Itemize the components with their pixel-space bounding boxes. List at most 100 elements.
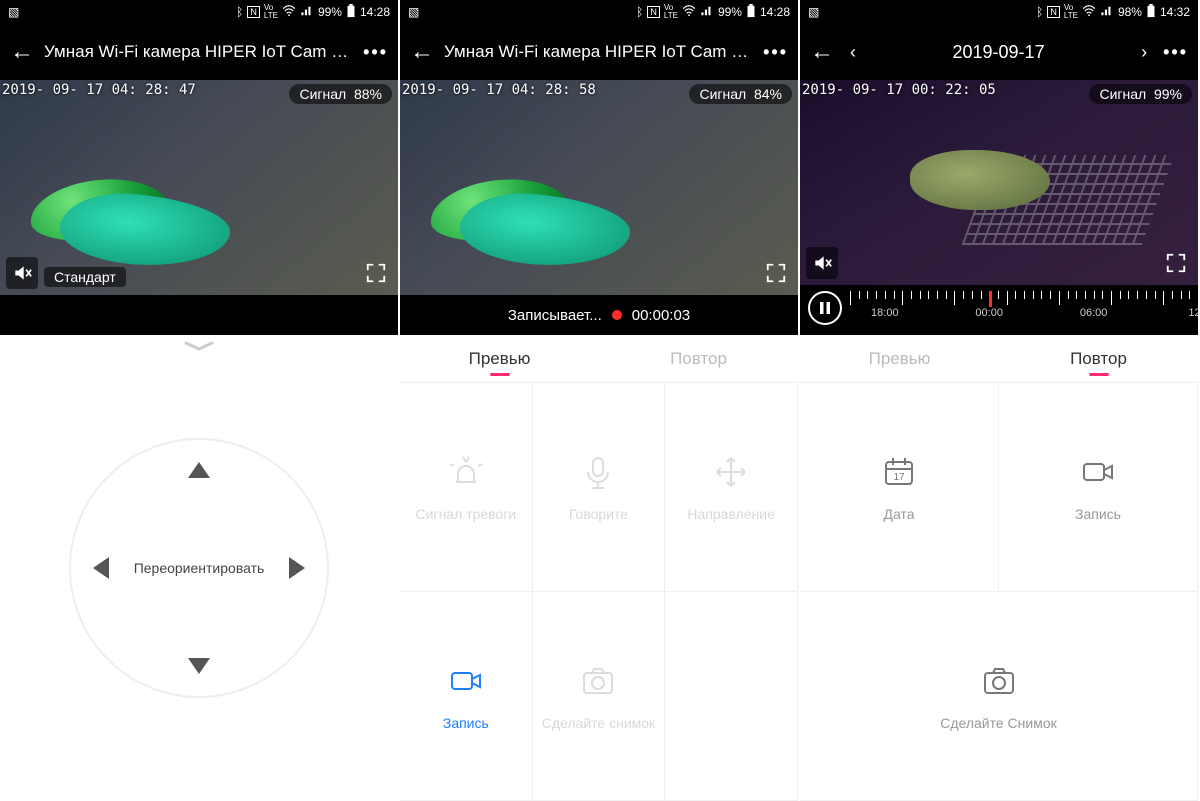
svg-text:17: 17	[893, 472, 905, 483]
pause-icon[interactable]	[808, 291, 842, 325]
alarm-button[interactable]: Сигнал тревоги	[400, 383, 533, 592]
signal-badge: Сигнал 99%	[1089, 84, 1192, 104]
fullscreen-icon[interactable]	[760, 257, 792, 289]
quality-badge[interactable]: Стандарт	[44, 267, 126, 287]
snapshot-button[interactable]: Сделайте Снимок	[800, 592, 1198, 801]
mute-icon[interactable]	[6, 257, 38, 289]
recording-elapsed: 00:00:03	[632, 307, 690, 324]
tab-replay[interactable]: Повтор	[999, 335, 1198, 382]
battery-text: 98%	[1118, 5, 1142, 19]
wifi-icon	[1082, 5, 1096, 20]
back-icon[interactable]: ←	[410, 38, 434, 66]
video-timestamp: 2019- 09- 17 04: 28: 47	[2, 82, 196, 98]
timeline-label: 12	[1188, 307, 1198, 319]
snapshot-button[interactable]: Сделайте снимок	[533, 592, 666, 801]
header-date[interactable]: 2019-09-17	[872, 42, 1125, 63]
action-grid: Сигнал тревоги Говорите Направление Запи…	[400, 383, 798, 801]
more-icon[interactable]: •••	[1163, 42, 1188, 63]
app-header: ← Умная Wi-Fi камера HIPER IoT Cam M2 ••…	[0, 24, 398, 80]
back-icon[interactable]: ←	[810, 38, 834, 66]
wifi-icon	[682, 5, 696, 20]
nfc-icon: N	[647, 6, 660, 18]
signal-badge: Сигнал 84%	[689, 84, 792, 104]
clock-text: 14:28	[360, 5, 390, 19]
back-icon[interactable]: ←	[10, 38, 34, 66]
timeline-marker[interactable]	[989, 291, 992, 307]
bluetooth-icon: ᛒ	[636, 5, 643, 19]
live-video[interactable]: 2019- 09- 17 04: 28: 58 Сигнал 84%	[400, 80, 798, 295]
ptz-ring: Переориентировать	[69, 438, 329, 698]
app-header: ← ‹ 2019-09-17 › •••	[800, 24, 1198, 80]
black-strip	[0, 295, 398, 335]
screen-live-grid: ▧ ᛒ N VoLTE 99% 14:28 ← Умная Wi-Fi каме…	[400, 0, 800, 801]
screenshot-icon: ▧	[408, 5, 419, 19]
signal-badge: Сигнал 88%	[289, 84, 392, 104]
fullscreen-icon[interactable]	[360, 257, 392, 289]
timeline[interactable]: 18:00 00:00 06:00 12	[800, 285, 1198, 335]
timeline-track[interactable]: 18:00 00:00 06:00 12	[850, 291, 1198, 331]
volte-icon: VoLTE	[664, 4, 678, 20]
record-button[interactable]: Запись	[999, 383, 1198, 592]
battery-icon	[346, 4, 356, 21]
video-timestamp: 2019- 09- 17 04: 28: 58	[402, 82, 596, 98]
tab-preview[interactable]: Превью	[800, 335, 999, 382]
ptz-down-button[interactable]	[188, 658, 210, 674]
battery-icon	[746, 4, 756, 21]
signal-icon	[1100, 5, 1114, 20]
clock-text: 14:28	[760, 5, 790, 19]
bluetooth-icon: ᛒ	[236, 5, 243, 19]
volte-icon: VoLTE	[264, 4, 278, 20]
battery-text: 99%	[718, 5, 742, 19]
live-video[interactable]: 2019- 09- 17 04: 28: 47 Сигнал 88% Станд…	[0, 80, 398, 295]
talk-button[interactable]: Говорите	[533, 383, 666, 592]
video-timestamp: 2019- 09- 17 00: 22: 05	[802, 82, 996, 98]
date-button[interactable]: 17 Дата	[800, 383, 999, 592]
more-icon[interactable]: •••	[363, 42, 388, 63]
recording-bar: Записывает... 00:00:03	[400, 295, 798, 335]
tabs: Превью Повтор	[400, 335, 798, 383]
ptz-right-button[interactable]	[289, 557, 305, 579]
tab-replay[interactable]: Повтор	[599, 335, 798, 382]
ptz-up-button[interactable]	[188, 462, 210, 478]
clock-text: 14:32	[1160, 5, 1190, 19]
mute-icon[interactable]	[806, 247, 838, 279]
page-title: Умная Wi-Fi камера HIPER IoT Cam M2	[44, 42, 353, 62]
status-bar: ▧ ᛒ N VoLTE 98% 14:32	[800, 0, 1198, 24]
timeline-label: 06:00	[1080, 307, 1108, 319]
wifi-icon	[282, 5, 296, 20]
app-header: ← Умная Wi-Fi камера HIPER IoT Cam M2 ••…	[400, 24, 798, 80]
direction-button[interactable]: Направление	[665, 383, 798, 592]
fullscreen-icon[interactable]	[1160, 247, 1192, 279]
date-next-icon[interactable]: ›	[1135, 42, 1153, 63]
status-bar: ▧ ᛒ N VoLTE 99% 14:28	[400, 0, 798, 24]
empty-cell	[665, 592, 798, 801]
timeline-label: 00:00	[975, 307, 1003, 319]
more-icon[interactable]: •••	[763, 42, 788, 63]
drag-handle-icon[interactable]	[184, 341, 214, 349]
ptz-panel: Переориентировать	[0, 335, 398, 801]
ptz-left-button[interactable]	[93, 557, 109, 579]
recording-label: Записывает...	[508, 307, 602, 324]
screenshot-icon: ▧	[8, 5, 19, 19]
record-button[interactable]: Запись	[400, 592, 533, 801]
signal-icon	[300, 5, 314, 20]
nfc-icon: N	[1047, 6, 1060, 18]
tab-preview[interactable]: Превью	[400, 335, 599, 382]
screen-playback: ▧ ᛒ N VoLTE 98% 14:32 ← ‹ 2019-09-17 › •…	[800, 0, 1200, 801]
nfc-icon: N	[247, 6, 260, 18]
date-prev-icon[interactable]: ‹	[844, 42, 862, 63]
battery-text: 99%	[318, 5, 342, 19]
playback-video[interactable]: 2019- 09- 17 00: 22: 05 Сигнал 99%	[800, 80, 1198, 285]
tabs: Превью Повтор	[800, 335, 1198, 383]
ptz-label: Переориентировать	[134, 560, 265, 576]
page-title: Умная Wi-Fi камера HIPER IoT Cam M2	[444, 42, 753, 62]
recording-dot-icon	[612, 310, 622, 320]
action-grid: 17 Дата Запись Сделайте Снимок	[800, 383, 1198, 801]
timeline-label: 18:00	[871, 307, 899, 319]
battery-icon	[1146, 4, 1156, 21]
bluetooth-icon: ᛒ	[1036, 5, 1043, 19]
signal-icon	[700, 5, 714, 20]
status-bar: ▧ ᛒ N VoLTE 99% 14:28	[0, 0, 398, 24]
screenshot-icon: ▧	[808, 5, 819, 19]
volte-icon: VoLTE	[1064, 4, 1078, 20]
